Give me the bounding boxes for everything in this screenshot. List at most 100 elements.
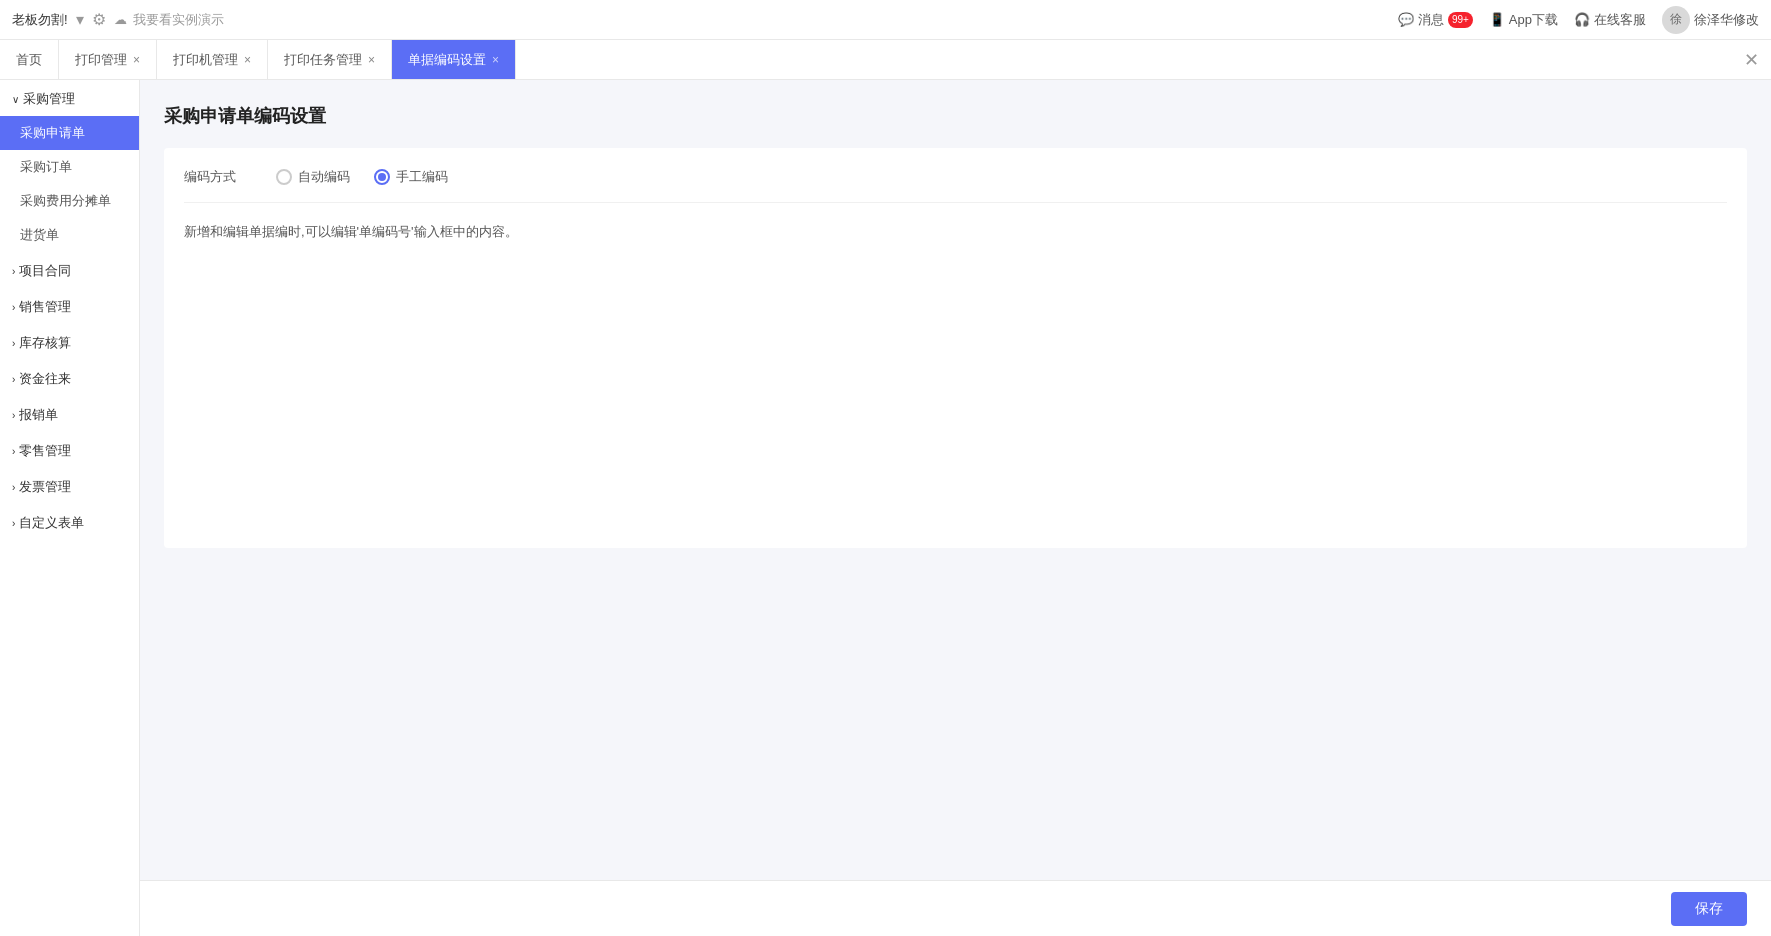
- user-name: 徐泽华修改: [1694, 11, 1759, 29]
- chevron-sales-icon: ›: [12, 302, 15, 313]
- top-bar-right: 💬 消息 99+ 📱 App下载 🎧 在线客服 徐 徐泽华修改: [1398, 6, 1759, 34]
- save-button[interactable]: 保存: [1671, 892, 1747, 926]
- sidebar-item-stock-in[interactable]: 进货单: [0, 218, 139, 252]
- sidebar-group-inventory-label: 库存核算: [19, 334, 71, 352]
- sidebar-item-purchase-order-label: 采购订单: [20, 159, 72, 174]
- chevron-invoice-icon: ›: [12, 482, 15, 493]
- top-bar: 老板勿割! ▾ ⚙ ☁ 我要看实例演示 💬 消息 99+ 📱 App下载 🎧 在…: [0, 0, 1771, 40]
- radio-auto[interactable]: 自动编码: [276, 168, 350, 186]
- search-bar[interactable]: ☁ 我要看实例演示: [114, 11, 224, 29]
- sidebar-group-invoice-label: 发票管理: [19, 478, 71, 496]
- sidebar-group-retail: › 零售管理: [0, 432, 139, 468]
- user-menu[interactable]: 徐 徐泽华修改: [1662, 6, 1759, 34]
- service-icon: 🎧: [1574, 12, 1590, 27]
- tab-printer-manage-close[interactable]: ×: [244, 53, 251, 67]
- message-badge: 99+: [1448, 12, 1473, 28]
- sidebar-group-custom-label: 自定义表单: [19, 514, 84, 532]
- cloud-icon: ☁: [114, 12, 127, 27]
- chevron-project-icon: ›: [12, 266, 15, 277]
- sidebar-group-return: › 报销单: [0, 396, 139, 432]
- tab-print-task[interactable]: 打印任务管理 ×: [268, 40, 392, 79]
- main-area: 采购申请单编码设置 编码方式 自动编码 手工编码: [140, 80, 1771, 936]
- sidebar-group-project: › 项目合同: [0, 252, 139, 288]
- app-icon: 📱: [1489, 12, 1505, 27]
- sidebar-group-inventory: › 库存核算: [0, 324, 139, 360]
- tab-print-manage-label: 打印管理: [75, 51, 127, 69]
- message-icon: 💬: [1398, 12, 1414, 27]
- settings-icon[interactable]: ⚙: [92, 10, 106, 29]
- sidebar-item-purchase-order[interactable]: 采购订单: [0, 150, 139, 184]
- sidebar-group-invoice: › 发票管理: [0, 468, 139, 504]
- online-service-button[interactable]: 🎧 在线客服: [1574, 11, 1646, 29]
- tab-barcode-setting-label: 单据编码设置: [408, 51, 486, 69]
- sidebar-group-capital-title[interactable]: › 资金往来: [0, 360, 139, 396]
- radio-manual-circle[interactable]: [374, 169, 390, 185]
- chevron-custom-icon: ›: [12, 518, 15, 529]
- chevron-capital-icon: ›: [12, 374, 15, 385]
- sidebar-group-purchase-title[interactable]: ∨ 采购管理: [0, 80, 139, 116]
- sidebar-group-sales-label: 销售管理: [19, 298, 71, 316]
- top-bar-left: 老板勿割! ▾ ⚙ ☁ 我要看实例演示: [12, 10, 224, 29]
- sidebar-group-sales: › 销售管理: [0, 288, 139, 324]
- chevron-purchase-icon: ∨: [12, 94, 19, 105]
- sidebar-group-retail-label: 零售管理: [19, 442, 71, 460]
- sidebar-group-sales-title[interactable]: › 销售管理: [0, 288, 139, 324]
- message-button[interactable]: 💬 消息 99+: [1398, 11, 1473, 29]
- sidebar-item-purchase-request-label: 采购申请单: [20, 125, 85, 140]
- chevron-return-icon: ›: [12, 410, 15, 421]
- layout: ∨ 采购管理 采购申请单 采购订单 采购费用分摊单 进货单 › 项目合同: [0, 80, 1771, 936]
- sidebar-group-invoice-title[interactable]: › 发票管理: [0, 468, 139, 504]
- content-area: 采购申请单编码设置 编码方式 自动编码 手工编码: [140, 80, 1771, 880]
- radio-manual-label: 手工编码: [396, 168, 448, 186]
- sidebar-item-purchase-expense-label: 采购费用分摊单: [20, 193, 111, 208]
- chevron-retail-icon: ›: [12, 446, 15, 457]
- tab-print-task-close[interactable]: ×: [368, 53, 375, 67]
- encode-label: 编码方式: [184, 168, 236, 186]
- sidebar-group-purchase: ∨ 采购管理 采购申请单 采购订单 采购费用分摊单 进货单: [0, 80, 139, 252]
- tab-print-task-label: 打印任务管理: [284, 51, 362, 69]
- message-label: 消息: [1418, 11, 1444, 29]
- radio-auto-label: 自动编码: [298, 168, 350, 186]
- tab-barcode-setting[interactable]: 单据编码设置 ×: [392, 40, 516, 79]
- radio-auto-circle[interactable]: [276, 169, 292, 185]
- tab-print-manage[interactable]: 打印管理 ×: [59, 40, 157, 79]
- tab-home-label: 首页: [16, 51, 42, 69]
- page-title: 采购申请单编码设置: [164, 104, 1747, 128]
- settings-card: 编码方式 自动编码 手工编码 新增和编辑单据编时,可以编辑'单编码号'输入框中的…: [164, 148, 1747, 548]
- tab-print-manage-close[interactable]: ×: [133, 53, 140, 67]
- app-download-button[interactable]: 📱 App下载: [1489, 11, 1558, 29]
- avatar: 徐: [1662, 6, 1690, 34]
- app-download-label: App下载: [1509, 11, 1558, 29]
- sidebar: ∨ 采购管理 采购申请单 采购订单 采购费用分摊单 进货单 › 项目合同: [0, 80, 140, 936]
- radio-manual[interactable]: 手工编码: [374, 168, 448, 186]
- sidebar-group-capital-label: 资金往来: [19, 370, 71, 388]
- sidebar-group-return-label: 报销单: [19, 406, 58, 424]
- tab-bar-close-all[interactable]: ✕: [1744, 49, 1759, 71]
- sidebar-item-purchase-request[interactable]: 采购申请单: [0, 116, 139, 150]
- encode-mode-row: 编码方式 自动编码 手工编码: [184, 168, 1727, 203]
- tab-printer-manage-label: 打印机管理: [173, 51, 238, 69]
- footer: 保存: [140, 880, 1771, 936]
- sidebar-group-return-title[interactable]: › 报销单: [0, 396, 139, 432]
- tab-printer-manage[interactable]: 打印机管理 ×: [157, 40, 268, 79]
- sidebar-group-project-title[interactable]: › 项目合同: [0, 252, 139, 288]
- chevron-inventory-icon: ›: [12, 338, 15, 349]
- tab-barcode-setting-close[interactable]: ×: [492, 53, 499, 67]
- tab-home[interactable]: 首页: [0, 40, 59, 79]
- sidebar-group-inventory-title[interactable]: › 库存核算: [0, 324, 139, 360]
- radio-group-encode: 自动编码 手工编码: [276, 168, 448, 186]
- sidebar-group-custom: › 自定义表单: [0, 504, 139, 540]
- hint-text: 新增和编辑单据编时,可以编辑'单编码号'输入框中的内容。: [184, 223, 1727, 241]
- logo-text: 老板勿割!: [12, 11, 68, 29]
- sidebar-group-retail-title[interactable]: › 零售管理: [0, 432, 139, 468]
- sidebar-group-project-label: 项目合同: [19, 262, 71, 280]
- dropdown-icon[interactable]: ▾: [76, 10, 84, 29]
- sidebar-group-custom-title[interactable]: › 自定义表单: [0, 504, 139, 540]
- sidebar-item-purchase-expense[interactable]: 采购费用分摊单: [0, 184, 139, 218]
- search-text[interactable]: 我要看实例演示: [133, 11, 224, 29]
- sidebar-item-stock-in-label: 进货单: [20, 227, 59, 242]
- online-service-label: 在线客服: [1594, 11, 1646, 29]
- tab-bar: 首页 打印管理 × 打印机管理 × 打印任务管理 × 单据编码设置 × ✕: [0, 40, 1771, 80]
- sidebar-group-purchase-label: 采购管理: [23, 90, 75, 108]
- sidebar-group-capital: › 资金往来: [0, 360, 139, 396]
